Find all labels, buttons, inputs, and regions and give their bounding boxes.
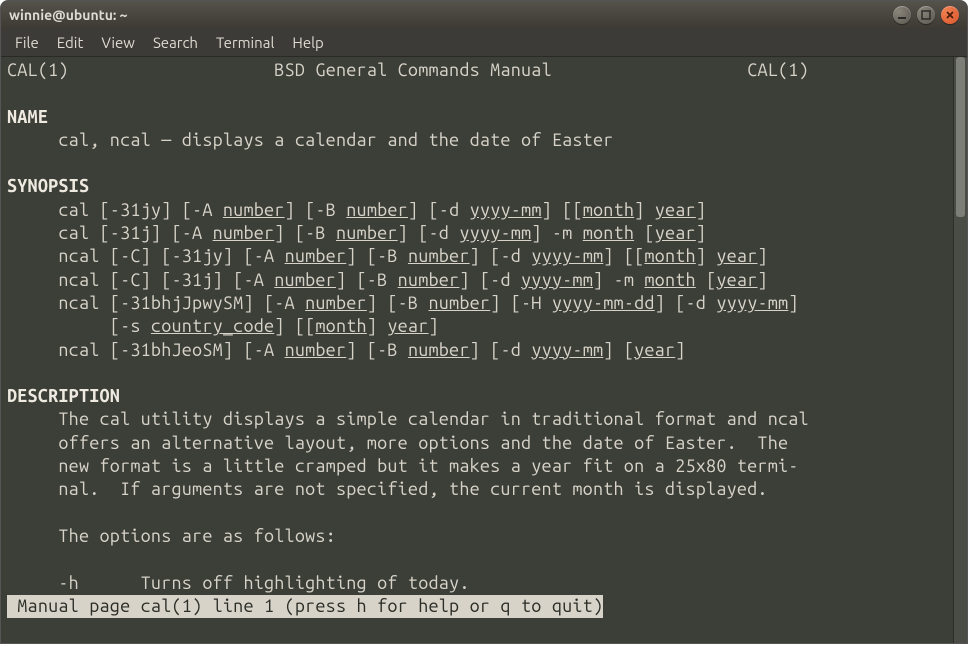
desc-line-3: new format is a little cramped but it ma…	[7, 456, 799, 476]
window-title: winnie@ubuntu: ~	[9, 7, 893, 23]
syn5b: [-s	[7, 316, 151, 336]
menu-edit[interactable]: Edit	[49, 31, 92, 54]
syn6: ncal [-31bhJeoSM] [-A	[7, 340, 285, 360]
minimize-button[interactable]	[893, 6, 911, 24]
syn4: ncal [-C] [-31j] [-A	[7, 270, 274, 290]
option-h: -h Turns off highlighting of today.	[7, 573, 470, 593]
man-header-center: BSD General Commands Manual	[274, 60, 552, 80]
menubar: File Edit View Search Terminal Help	[1, 29, 967, 57]
man-header-left: CAL(1)	[7, 60, 69, 80]
desc-line-4: nal. If arguments are not specified, the…	[7, 479, 768, 499]
menu-view[interactable]: View	[93, 31, 143, 54]
syn2: cal [-31j] [-A	[7, 223, 213, 243]
terminal-window: winnie@ubuntu: ~ File Edit View Search T…	[0, 0, 968, 644]
titlebar[interactable]: winnie@ubuntu: ~	[1, 1, 967, 29]
scrollbar-thumb[interactable]	[956, 57, 965, 217]
terminal-text: CAL(1) BSD General Commands Manual CAL(1…	[1, 57, 967, 618]
syn5: ncal [-31bhjJpwySM] [-A	[7, 293, 305, 313]
section-name: NAME	[7, 107, 48, 127]
desc-line-5: The options are as follows:	[7, 526, 336, 546]
syn3: ncal [-C] [-31jy] [-A	[7, 246, 285, 266]
terminal-body[interactable]: CAL(1) BSD General Commands Manual CAL(1…	[1, 57, 967, 643]
desc-line-2: offers an alternative layout, more optio…	[7, 433, 788, 453]
menu-help[interactable]: Help	[284, 31, 331, 54]
section-description: DESCRIPTION	[7, 386, 120, 406]
menu-file[interactable]: File	[7, 31, 47, 54]
maximize-button[interactable]	[917, 6, 935, 24]
syn1: cal [-31jy] [-A	[7, 200, 223, 220]
close-button[interactable]	[941, 6, 959, 24]
man-header-right: CAL(1)	[747, 60, 809, 80]
desc-line-1: The cal utility displays a simple calend…	[7, 409, 809, 429]
pager-statusline: Manual page cal(1) line 1 (press h for h…	[7, 595, 603, 618]
section-synopsis: SYNOPSIS	[7, 176, 89, 196]
menu-terminal[interactable]: Terminal	[208, 31, 282, 54]
name-body: cal, ncal — displays a calendar and the …	[7, 130, 614, 150]
scrollbar[interactable]	[953, 57, 967, 643]
window-controls	[893, 6, 959, 24]
menu-search[interactable]: Search	[145, 31, 206, 54]
